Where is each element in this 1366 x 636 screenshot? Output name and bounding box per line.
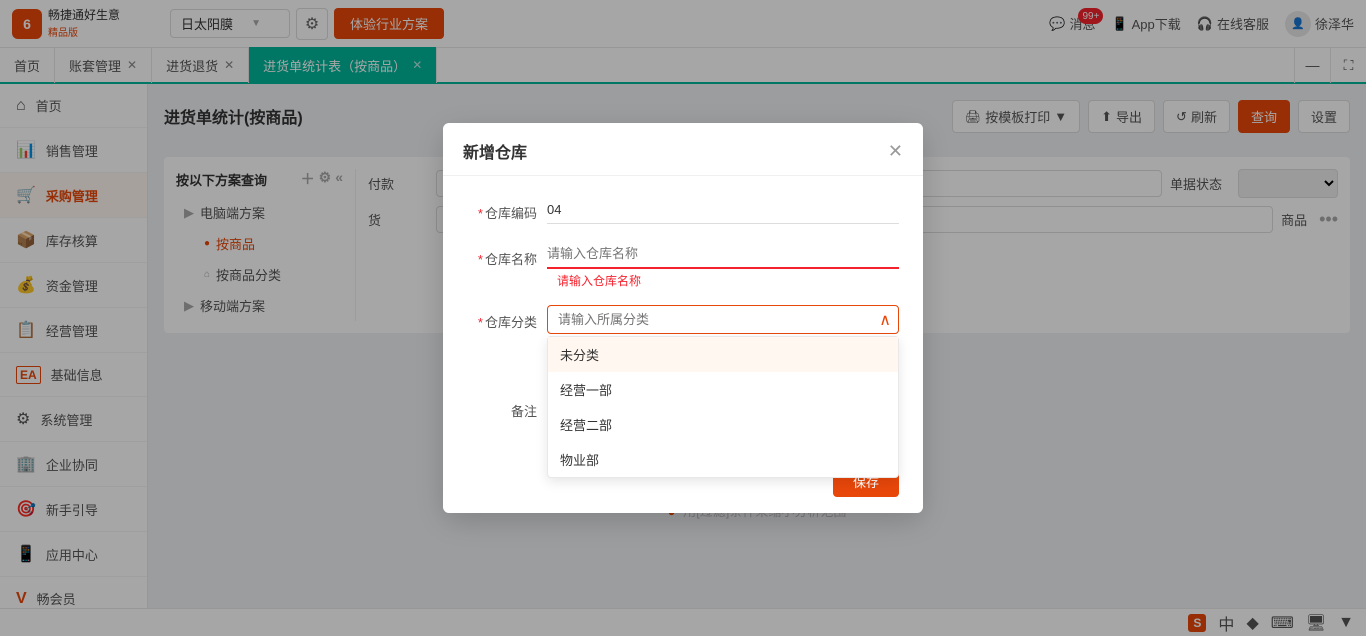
modal-overlay[interactable]: 新增仓库 ✕ 仓库编码 仓库名称 请输入仓库名称 仓库分类 <box>0 0 1366 636</box>
name-label: 仓库名称 <box>467 242 547 268</box>
dialog-close-button[interactable]: ✕ <box>888 142 903 160</box>
name-error-msg: 请输入仓库名称 <box>557 272 641 289</box>
form-row-category: 仓库分类 ∧ 未分类 经营一部 经营二部 物业部 <box>467 305 899 334</box>
dropdown-item-property[interactable]: 物业部 <box>548 442 898 477</box>
category-dropdown: 未分类 经营一部 经营二部 物业部 <box>547 336 899 478</box>
name-input[interactable] <box>547 240 899 269</box>
dropdown-item-dept2[interactable]: 经营二部 <box>548 407 898 442</box>
form-row-name: 仓库名称 请输入仓库名称 <box>467 240 899 289</box>
dropdown-item-dept1[interactable]: 经营一部 <box>548 372 898 407</box>
dialog-header: 新增仓库 ✕ <box>443 123 923 176</box>
category-label: 仓库分类 <box>467 305 547 331</box>
dialog-title: 新增仓库 <box>463 139 527 163</box>
dropdown-item-uncategorized[interactable]: 未分类 <box>548 337 898 372</box>
category-select-wrap: ∧ 未分类 经营一部 经营二部 物业部 <box>547 305 899 334</box>
note-label: 备注 <box>467 394 547 420</box>
form-row-code: 仓库编码 <box>467 196 899 224</box>
dialog-body: 仓库编码 仓库名称 请输入仓库名称 仓库分类 ∧ 未分类 <box>443 176 923 454</box>
category-input[interactable] <box>547 305 899 334</box>
code-label: 仓库编码 <box>467 196 547 222</box>
add-warehouse-dialog: 新增仓库 ✕ 仓库编码 仓库名称 请输入仓库名称 仓库分类 <box>443 123 923 513</box>
code-input[interactable] <box>547 196 899 224</box>
